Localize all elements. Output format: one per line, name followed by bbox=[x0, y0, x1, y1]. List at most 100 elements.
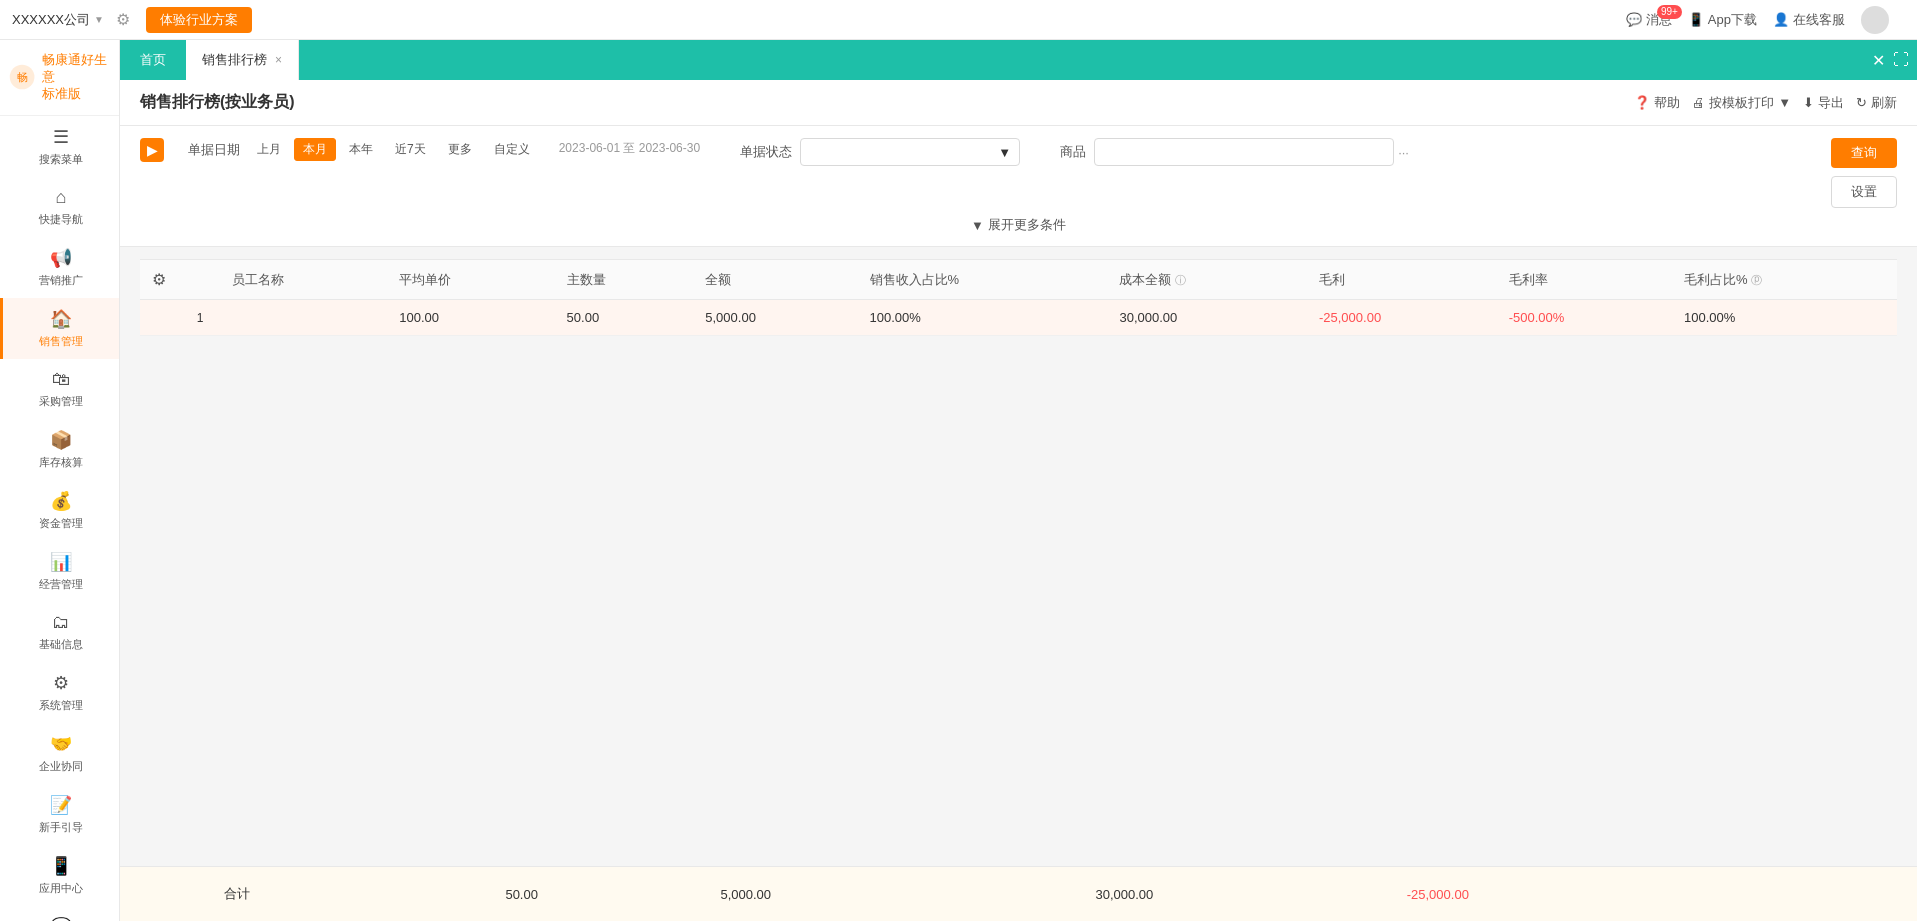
tab-expand-button[interactable]: ⛶ bbox=[1893, 51, 1909, 69]
sidebar-item-inventory[interactable]: 📦 库存核算 bbox=[0, 419, 119, 480]
tab-sales-ranking[interactable]: 销售排行榜 × bbox=[186, 40, 299, 80]
status-arrow-icon: ▼ bbox=[998, 145, 1011, 160]
filter-expand-row: ▼ 展开更多条件 bbox=[140, 216, 1897, 234]
sidebar-label-enterprise: 企业协同 bbox=[39, 759, 83, 774]
app-download-button[interactable]: 📱 App下载 bbox=[1688, 11, 1757, 29]
footer-label: 合计 bbox=[212, 877, 402, 911]
sidebar-item-funds[interactable]: 💰 资金管理 bbox=[0, 480, 119, 541]
app-icon: 📱 bbox=[1688, 12, 1704, 27]
sidebar-label-funds: 资金管理 bbox=[39, 516, 83, 531]
help-button[interactable]: ❓ 帮助 bbox=[1634, 94, 1680, 112]
filter-buttons: 查询 设置 bbox=[1831, 138, 1897, 208]
cost-info-icon: ⓘ bbox=[1175, 274, 1186, 286]
setting-button[interactable]: 设置 bbox=[1831, 176, 1897, 208]
filter-item-date: 单据日期 上月 本月 本年 近7天 更多 自定义 bbox=[188, 138, 539, 161]
row-profit-pct: 100.00% bbox=[1672, 300, 1897, 336]
service-icon: 👤 bbox=[1773, 12, 1789, 27]
footer-amount: 5,000.00 bbox=[708, 877, 992, 911]
col-sales-pct: 销售收入占比% bbox=[858, 260, 1108, 300]
layout: 畅 畅康通好生意 标准版 ☰ 搜索菜单 ⌂ 快捷导航 📢 营销推广 🏠 销售管理… bbox=[0, 40, 1917, 921]
service-label: 在线客服 bbox=[1793, 11, 1845, 29]
refresh-button[interactable]: ↻ 刷新 bbox=[1856, 94, 1897, 112]
online-service-button[interactable]: 👤 在线客服 bbox=[1773, 11, 1845, 29]
sidebar-item-search[interactable]: ☰ 搜索菜单 bbox=[0, 116, 119, 177]
sidebar-item-system[interactable]: ⚙ 系统管理 bbox=[0, 662, 119, 723]
row-amount: 5,000.00 bbox=[693, 300, 857, 336]
date-tab-last-month[interactable]: 上月 bbox=[248, 138, 290, 161]
sidebar-item-sales[interactable]: 🏠 销售管理 bbox=[0, 298, 119, 359]
tab-label-sales-ranking: 销售排行榜 bbox=[202, 51, 267, 69]
footer-profit: -25,000.00 bbox=[1395, 877, 1723, 911]
message-button[interactable]: 💬 消息 99+ bbox=[1626, 11, 1672, 29]
date-tab-this-year[interactable]: 本年 bbox=[340, 138, 382, 161]
logo-icon: 畅 bbox=[8, 61, 36, 93]
expand-label: 展开更多条件 bbox=[988, 216, 1066, 234]
logo-line1: 畅康通好生意 bbox=[42, 52, 111, 86]
company-selector[interactable]: XXXXXX公司 ▼ bbox=[12, 11, 104, 29]
data-table: ⚙ 员工名称 平均单价 主数量 全额 销售收入占比% 成本全额 ⓘ 毛利 bbox=[140, 259, 1897, 336]
export-button[interactable]: ⬇ 导出 bbox=[1803, 94, 1844, 112]
date-tab-last-7days[interactable]: 近7天 bbox=[386, 138, 435, 161]
expand-more-button[interactable]: ▼ 展开更多条件 bbox=[971, 216, 1066, 234]
date-tab-this-month[interactable]: 本月 bbox=[294, 138, 336, 161]
table-footer: 合计 50.00 5,000.00 30,000.00 -25,000.00 bbox=[120, 866, 1917, 921]
footer-table: 合计 50.00 5,000.00 30,000.00 -25,000.00 bbox=[132, 877, 1905, 911]
goods-ellipsis[interactable]: ··· bbox=[1398, 145, 1409, 160]
col-qty: 主数量 bbox=[555, 260, 694, 300]
avatar[interactable] bbox=[1861, 6, 1889, 34]
footer-profit-rate-col bbox=[1722, 877, 1813, 911]
sidebar-item-marketing[interactable]: 📢 营销推广 bbox=[0, 237, 119, 298]
sidebar-item-operations[interactable]: 📊 经营管理 bbox=[0, 541, 119, 602]
sales-icon: 🏠 bbox=[50, 308, 72, 330]
funds-icon: 💰 bbox=[50, 490, 72, 512]
sidebar-label-search: 搜索菜单 bbox=[39, 152, 83, 167]
date-tab-custom[interactable]: 自定义 bbox=[485, 138, 539, 161]
sidebar-item-base[interactable]: 🗂 基础信息 bbox=[0, 602, 119, 662]
row-cost: 30,000.00 bbox=[1107, 300, 1306, 336]
filter-item-status: 单据状态 ▼ bbox=[740, 138, 1020, 166]
refresh-icon: ↻ bbox=[1856, 95, 1867, 110]
sidebar-label-apps: 应用中心 bbox=[39, 881, 83, 896]
base-icon: 🗂 bbox=[52, 612, 70, 633]
sidebar-logo: 畅 畅康通好生意 标准版 bbox=[0, 40, 119, 116]
sidebar-item-purchase[interactable]: 🛍 采购管理 bbox=[0, 359, 119, 419]
message-icon: 💬 bbox=[1626, 12, 1642, 27]
sidebar-label-system: 系统管理 bbox=[39, 698, 83, 713]
message-badge: 99+ bbox=[1657, 5, 1682, 19]
table-settings-col[interactable]: ⚙ bbox=[140, 260, 180, 300]
footer-cost: 30,000.00 bbox=[1083, 877, 1394, 911]
sidebar-item-shortcut[interactable]: ⌂ 快捷导航 bbox=[0, 177, 119, 237]
date-tab-more[interactable]: 更多 bbox=[439, 138, 481, 161]
query-button[interactable]: 查询 bbox=[1831, 138, 1897, 168]
sidebar-item-wechat[interactable]: 💬 企业微信 bbox=[0, 906, 119, 921]
print-button[interactable]: 🖨 按模板打印 ▼ bbox=[1692, 94, 1791, 112]
filter-area: ▶ 单据日期 上月 本月 本年 近7天 更多 自定义 bbox=[120, 126, 1917, 247]
company-name: XXXXXX公司 bbox=[12, 11, 90, 29]
sidebar-item-apps[interactable]: 📱 应用中心 bbox=[0, 845, 119, 906]
col-avg-price: 平均单价 bbox=[387, 260, 554, 300]
col-rank bbox=[180, 260, 220, 300]
settings-icon[interactable]: ⚙ bbox=[116, 10, 130, 29]
sidebar-item-enterprise[interactable]: 🤝 企业协同 bbox=[0, 723, 119, 784]
filter-toggle-button[interactable]: ▶ bbox=[140, 138, 164, 162]
tab-bar: 首页 销售排行榜 × ✕ ⛶ bbox=[120, 40, 1917, 80]
footer-settings-col bbox=[132, 877, 172, 911]
sidebar-item-guide[interactable]: 📝 新手引导 bbox=[0, 784, 119, 845]
col-employee-name: 员工名称 bbox=[220, 260, 387, 300]
status-select[interactable]: ▼ bbox=[800, 138, 1020, 166]
sidebar-label-guide: 新手引导 bbox=[39, 820, 83, 835]
sidebar-label-inventory: 库存核算 bbox=[39, 455, 83, 470]
svg-text:畅: 畅 bbox=[17, 72, 28, 84]
row-settings bbox=[140, 300, 180, 336]
col-cost: 成本全额 ⓘ bbox=[1107, 260, 1306, 300]
tab-bar-right: ✕ ⛶ bbox=[1872, 51, 1917, 70]
profit-pct-info-icon: ⓟ bbox=[1751, 274, 1762, 286]
tab-close-all-button[interactable]: ✕ bbox=[1872, 51, 1885, 70]
guide-icon: 📝 bbox=[50, 794, 72, 816]
trial-button[interactable]: 体验行业方案 bbox=[146, 7, 252, 33]
page-header: 销售排行榜(按业务员) ❓ 帮助 🖨 按模板打印 ▼ ⬇ 导出 bbox=[120, 80, 1917, 126]
row-profit: -25,000.00 bbox=[1307, 300, 1497, 336]
goods-select[interactable] bbox=[1094, 138, 1394, 166]
tab-close-button[interactable]: × bbox=[275, 53, 282, 67]
tab-home[interactable]: 首页 bbox=[120, 40, 186, 80]
